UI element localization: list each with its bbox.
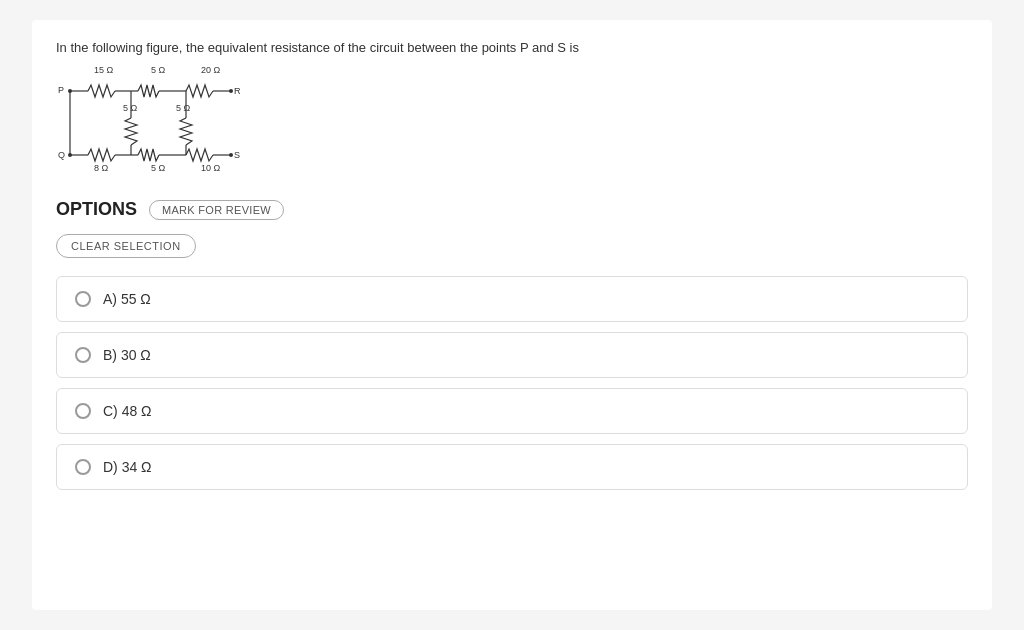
svg-text:5 Ω: 5 Ω [123, 103, 138, 113]
svg-text:20 Ω: 20 Ω [201, 65, 221, 75]
svg-point-24 [229, 153, 233, 157]
svg-text:R: R [234, 86, 241, 96]
answer-options: A) 55 Ω B) 30 Ω C) 48 Ω D) 34 Ω [56, 276, 968, 490]
option-d[interactable]: D) 34 Ω [56, 444, 968, 490]
option-text-c: C) 48 Ω [103, 403, 152, 419]
option-c[interactable]: C) 48 Ω [56, 388, 968, 434]
radio-d [75, 459, 91, 475]
svg-text:10 Ω: 10 Ω [201, 163, 221, 173]
option-text-b: B) 30 Ω [103, 347, 151, 363]
svg-text:8 Ω: 8 Ω [94, 163, 109, 173]
option-a[interactable]: A) 55 Ω [56, 276, 968, 322]
options-label: OPTIONS [56, 199, 137, 220]
question-text: In the following figure, the equivalent … [56, 40, 968, 55]
option-b[interactable]: B) 30 Ω [56, 332, 968, 378]
circuit-svg: 15 Ω 5 Ω 20 Ω P R 5 Ω [56, 63, 316, 183]
svg-text:S: S [234, 150, 240, 160]
svg-point-8 [229, 89, 233, 93]
radio-c [75, 403, 91, 419]
radio-a [75, 291, 91, 307]
option-text-a: A) 55 Ω [103, 291, 151, 307]
svg-text:P: P [58, 85, 64, 95]
option-text-d: D) 34 Ω [103, 459, 152, 475]
page-container: In the following figure, the equivalent … [32, 20, 992, 610]
circuit-diagram: 15 Ω 5 Ω 20 Ω P R 5 Ω [56, 63, 316, 183]
options-header: OPTIONS MARK FOR REVIEW [56, 199, 968, 220]
svg-text:15 Ω: 15 Ω [94, 65, 114, 75]
svg-text:5 Ω: 5 Ω [151, 65, 166, 75]
radio-b [75, 347, 91, 363]
mark-for-review-button[interactable]: MARK FOR REVIEW [149, 200, 284, 220]
svg-text:5 Ω: 5 Ω [151, 163, 166, 173]
svg-text:Q: Q [58, 150, 65, 160]
svg-text:5 Ω: 5 Ω [176, 103, 191, 113]
clear-selection-button[interactable]: CLEAR SELECTION [56, 234, 196, 258]
